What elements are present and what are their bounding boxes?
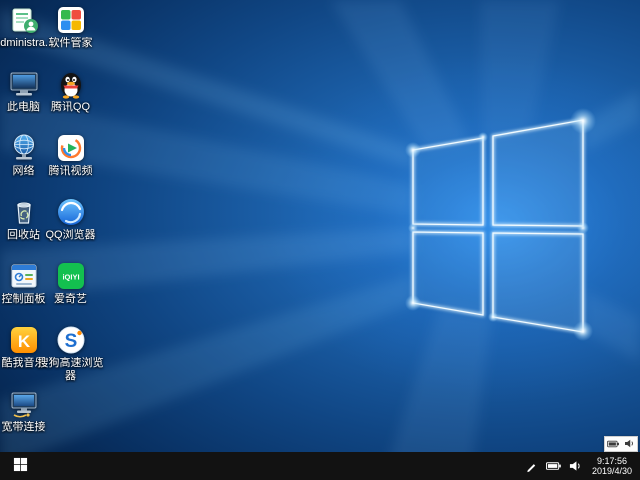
clock-date: 2019/4/30 [592,466,632,476]
tencent-qq-icon [55,68,87,100]
iqiyi-icon: iQIYI [55,260,87,292]
desktop-icon-control-panel[interactable]: 控制面板 [0,260,47,324]
control-panel-icon [8,260,40,292]
svg-text:S: S [64,331,77,352]
desktop-icon-column-2: 软件管家 腾讯QQ [47,4,94,388]
desktop-icon-label: 宽带连接 [0,421,60,434]
svg-text:K: K [17,332,30,351]
desktop-icon-label: 软件管家 [35,37,107,50]
pen-icon[interactable] [525,460,538,473]
desktop-icon-iqiyi[interactable]: iQIYI 爱奇艺 [47,260,94,324]
system-tray: 9:17:56 2019/4/30 [525,452,640,480]
tencent-video-icon [55,132,87,164]
software-manager-icon [55,4,87,36]
sogou-browser-icon: S [55,324,87,356]
desktop-icon-recycle-bin[interactable]: 回收站 [0,196,47,260]
user-folder-icon [8,4,40,36]
desktop-icon-tencent-qq[interactable]: 腾讯QQ [47,68,94,132]
desktop-icon-this-pc[interactable]: 此电脑 [0,68,47,132]
svg-text:iQIYI: iQIYI [62,273,79,282]
recycle-bin-icon [8,196,40,228]
taskbar: 9:17:56 2019/4/30 [0,452,640,480]
battery-icon[interactable] [607,435,620,453]
desktop-icon-qq-browser[interactable]: QQ浏览器 [47,196,94,260]
desktop-icon-tencent-video[interactable]: 腾讯视频 [47,132,94,196]
desktop-icon-label: 爱奇艺 [35,293,107,306]
clock-time: 9:17:56 [592,456,632,466]
desktop-icon-column-1: Administra... 此电脑 [0,4,47,452]
qq-browser-icon [55,196,87,228]
speaker-icon[interactable] [569,460,582,472]
this-pc-icon [8,68,40,100]
desktop-icon-label: QQ浏览器 [35,229,107,242]
desktop-icon-label: 腾讯视频 [35,165,107,178]
network-icon [8,132,40,164]
speaker-icon[interactable] [624,435,635,453]
desktop-icon-label: 搜狗高速浏览器 [35,357,107,383]
broadband-icon [8,388,40,420]
windows-logo-icon [13,457,28,475]
desktop-icon-label: 腾讯QQ [35,101,107,114]
desktop-icon-network[interactable]: 网络 [0,132,47,196]
tray-flyout[interactable] [604,436,638,452]
desktop-icon-broadband[interactable]: 宽带连接 [0,388,47,452]
desktop-icon-administrator[interactable]: Administra... [0,4,47,68]
kuwo-music-icon: K [8,324,40,356]
start-button[interactable] [0,452,40,480]
taskbar-clock[interactable]: 9:17:56 2019/4/30 [590,456,634,476]
desktop-icon-software-manager[interactable]: 软件管家 [47,4,94,68]
desktop-icon-sogou-browser[interactable]: S 搜狗高速浏览器 [47,324,94,388]
battery-icon[interactable] [546,461,561,471]
